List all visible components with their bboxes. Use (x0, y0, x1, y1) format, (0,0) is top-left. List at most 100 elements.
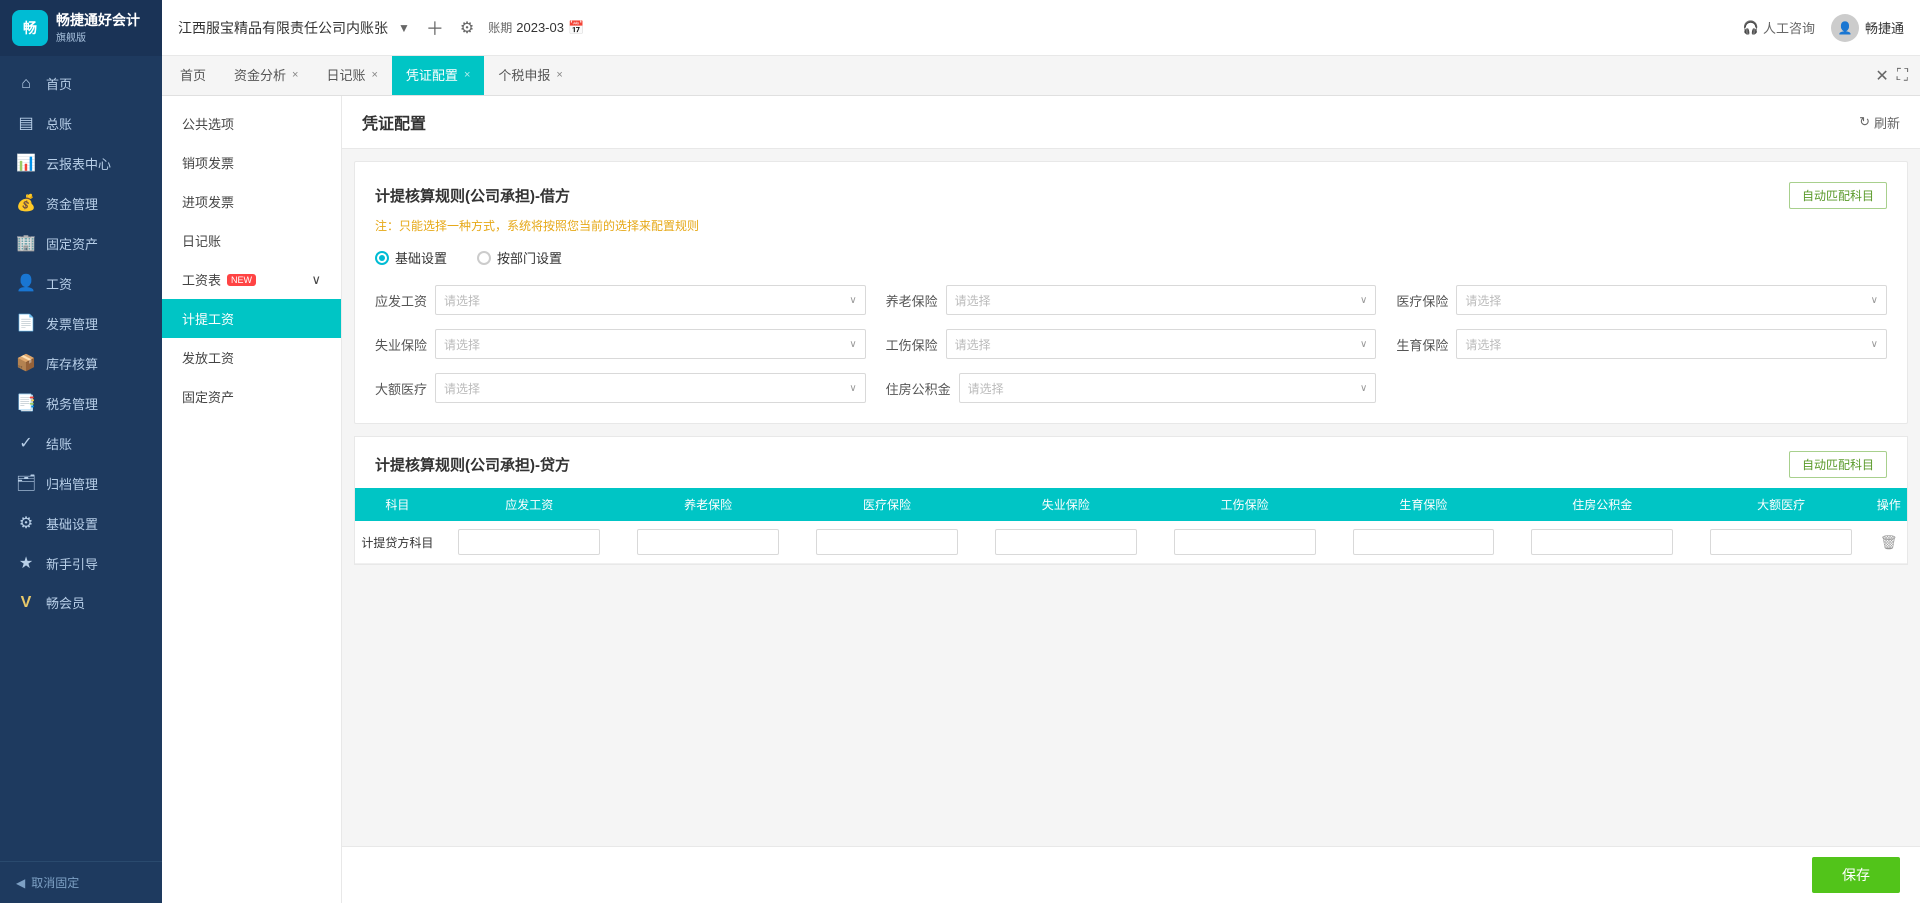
cell-shiye-input[interactable] (976, 521, 1155, 564)
cell-yanglao-input[interactable] (619, 521, 798, 564)
save-button[interactable]: 保存 (1812, 857, 1900, 893)
refresh-icon: ↻ (1859, 114, 1870, 130)
radio-basic[interactable]: 基础设置 (375, 248, 447, 267)
credit-auto-match-btn[interactable]: 自动匹配科目 (1789, 451, 1887, 478)
field-select-yanglao[interactable]: 请选择 ∨ (946, 285, 1377, 315)
calendar-icon[interactable]: 📅 (568, 20, 584, 36)
sidebar-item-guide[interactable]: ★ 新手引导 (0, 543, 162, 583)
archive-icon: 🗂 (16, 473, 36, 493)
radio-dept[interactable]: 按部门设置 (477, 248, 562, 267)
nav-item-payroll[interactable]: 发放工资 (162, 338, 341, 377)
field-select-shengyu[interactable]: 请选择 ∨ (1456, 329, 1887, 359)
input-yiliao[interactable] (816, 529, 958, 555)
sidebar-item-invoice[interactable]: 📄 发票管理 (0, 303, 162, 343)
input-gongshang[interactable] (1174, 529, 1316, 555)
sidebar-item-ledger[interactable]: ▤ 总账 (0, 103, 162, 143)
tab-voucher[interactable]: 凭证配置 × (392, 56, 484, 95)
sidebar-item-tax[interactable]: 📑 税务管理 (0, 383, 162, 423)
cancel-fixed-btn[interactable]: ◀ 取消固定 (0, 861, 162, 903)
nav-public-label: 公共选项 (182, 117, 234, 132)
home-icon: ⌂ (16, 75, 36, 93)
cell-action: 🗑 (1871, 521, 1908, 564)
sidebar-logo: 畅 畅捷通好会计 旗舰版 (0, 0, 162, 56)
radio-basic-label: 基础设置 (395, 248, 447, 267)
tab-home[interactable]: 首页 (166, 56, 220, 95)
input-shiye[interactable] (995, 529, 1137, 555)
left-nav: 公共选项 销项发票 进项发票 日记账 工资表 NEW ∨ 计提工资 (162, 96, 342, 903)
sidebar-item-label: 归档管理 (46, 474, 98, 493)
support-btn[interactable]: 🎧 人工咨询 (1743, 18, 1815, 37)
nav-item-purchase[interactable]: 进项发票 (162, 182, 341, 221)
cell-yifa-input[interactable] (440, 521, 619, 564)
cell-zhufang-input[interactable] (1513, 521, 1692, 564)
company-dropdown-icon[interactable]: ▼ (398, 21, 410, 35)
cell-gongshang-input[interactable] (1155, 521, 1334, 564)
settings-gear-icon[interactable]: ⚙ (460, 18, 474, 38)
tab-journal[interactable]: 日记账 × (312, 56, 391, 95)
tab-voucher-close-icon[interactable]: × (464, 69, 470, 81)
tab-funds[interactable]: 资金分析 × (220, 56, 312, 95)
field-select-zhufang[interactable]: 请选择 ∨ (959, 373, 1377, 403)
refresh-btn[interactable]: ↻ 刷新 (1859, 113, 1900, 132)
sidebar-item-label: 库存核算 (46, 354, 98, 373)
delete-icon[interactable]: 🗑 (1880, 534, 1898, 550)
close-window-icon[interactable]: ✕ (1875, 66, 1888, 86)
nav-item-accrual[interactable]: 计提工资 (162, 299, 341, 338)
field-select-shiye[interactable]: 请选择 ∨ (435, 329, 866, 359)
sidebar-item-label: 新手引导 (46, 554, 98, 573)
nav-item-sales[interactable]: 销项发票 (162, 143, 341, 182)
input-yanglao[interactable] (637, 529, 779, 555)
sidebar-item-home[interactable]: ⌂ 首页 (0, 64, 162, 103)
debit-auto-match-btn[interactable]: 自动匹配科目 (1789, 182, 1887, 209)
sidebar-item-vip[interactable]: V 畅会员 (0, 583, 162, 622)
nav-item-journal[interactable]: 日记账 (162, 221, 341, 260)
nav-item-salary-table[interactable]: 工资表 NEW ∨ (162, 260, 341, 299)
field-select-daejia[interactable]: 请选择 ∨ (435, 373, 866, 403)
sidebar-item-inventory[interactable]: 📦 库存核算 (0, 343, 162, 383)
field-select-yifa[interactable]: 请选择 ∨ (435, 285, 866, 315)
credit-table: 科目 应发工资 养老保险 医疗保险 失业保险 工伤保险 生育保险 住房公积金 大… (355, 488, 1907, 564)
sidebar-item-fixed[interactable]: 🏢 固定资产 (0, 223, 162, 263)
sidebar-item-reports[interactable]: 📊 云报表中心 (0, 143, 162, 183)
topbar: 江西服宝精品有限责任公司内账张 ▼ ＋ ⚙ 账期 2023-03 📅 🎧 人工咨… (162, 0, 1920, 56)
field-select-gongshang[interactable]: 请选择 ∨ (946, 329, 1377, 359)
sidebar-item-funds[interactable]: 💰 资金管理 (0, 183, 162, 223)
tab-journal-label: 日记账 (326, 65, 365, 84)
sidebar-nav: ⌂ 首页 ▤ 总账 📊 云报表中心 💰 资金管理 🏢 固定资产 👤 工资 📄 发… (0, 56, 162, 861)
dropdown-arrow-icon: ∨ (1360, 383, 1367, 394)
closing-icon: ✓ (16, 433, 36, 453)
input-yifa[interactable] (458, 529, 600, 555)
add-company-btn[interactable]: ＋ (420, 15, 450, 41)
sidebar: 畅 畅捷通好会计 旗舰版 ⌂ 首页 ▤ 总账 📊 云报表中心 💰 资金管理 🏢 … (0, 0, 162, 903)
page-header: 凭证配置 ↻ 刷新 (342, 96, 1920, 149)
col-zhufang: 住房公积金 (1513, 488, 1692, 521)
tab-journal-close-icon[interactable]: × (371, 69, 377, 81)
dropdown-arrow-icon: ∨ (1360, 339, 1367, 350)
input-zhufang[interactable] (1531, 529, 1673, 555)
cell-daejia-input[interactable] (1692, 521, 1871, 564)
tab-tax-close-icon[interactable]: × (556, 69, 562, 81)
maximize-icon[interactable]: ⛶ (1897, 67, 1908, 85)
user-menu[interactable]: 👤 畅捷通 (1831, 14, 1904, 42)
field-shengyu-baoxian: 生育保险 请选择 ∨ (1396, 329, 1887, 359)
nav-item-fixed-assets[interactable]: 固定资产 (162, 377, 341, 416)
expand-icon: ∨ (311, 272, 321, 288)
cell-shengyu-input[interactable] (1334, 521, 1513, 564)
input-shengyu[interactable] (1353, 529, 1495, 555)
field-placeholder-gongshang: 请选择 (955, 336, 1360, 353)
invoice-icon: 📄 (16, 313, 36, 333)
field-select-yiliao[interactable]: 请选择 ∨ (1456, 285, 1887, 315)
tab-tax[interactable]: 个税申报 × (484, 56, 576, 95)
field-label-yifa: 应发工资 (375, 291, 427, 310)
sidebar-item-closing[interactable]: ✓ 结账 (0, 423, 162, 463)
field-yifa-gongzi: 应发工资 请选择 ∨ (375, 285, 866, 315)
col-daejia: 大额医疗 (1692, 488, 1871, 521)
sidebar-item-settings[interactable]: ⚙ 基础设置 (0, 503, 162, 543)
nav-item-public[interactable]: 公共选项 (162, 104, 341, 143)
tab-funds-close-icon[interactable]: × (292, 69, 298, 81)
input-daejia[interactable] (1710, 529, 1852, 555)
dropdown-arrow-icon: ∨ (1871, 295, 1878, 306)
sidebar-item-salary[interactable]: 👤 工资 (0, 263, 162, 303)
sidebar-item-archive[interactable]: 🗂 归档管理 (0, 463, 162, 503)
cell-yiliao-input[interactable] (798, 521, 977, 564)
